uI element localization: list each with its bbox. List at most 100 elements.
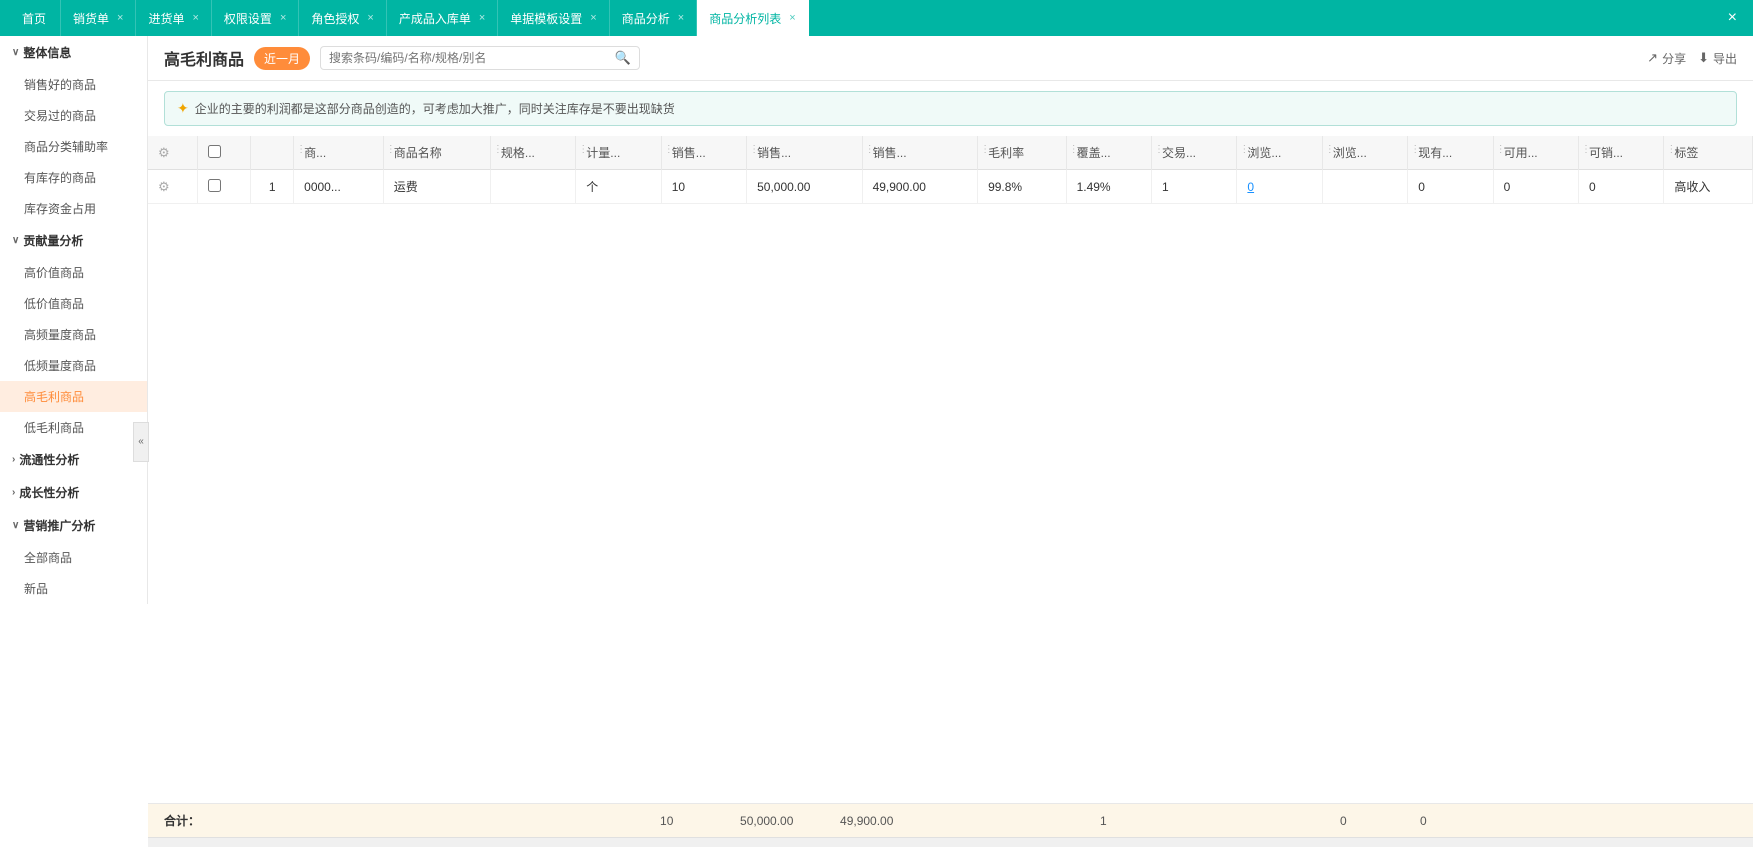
footer-total: 合计： 10 50,000.00 49,900.00 1 0 0: [148, 803, 1753, 837]
col-header-spec[interactable]: 规格...: [490, 136, 575, 170]
sidebar-group-overall[interactable]: ∨整体信息: [0, 36, 147, 69]
export-button[interactable]: ⬇ 导出: [1698, 50, 1737, 67]
sidebar-item-all-goods[interactable]: 全部商品: [0, 542, 147, 573]
sidebar-item-stocked-goods[interactable]: 有库存的商品: [0, 162, 147, 193]
share-button[interactable]: ↗ 分享: [1647, 50, 1686, 67]
row-settings-icon[interactable]: ⚙: [158, 179, 170, 194]
sidebar-item-low-freq[interactable]: 低频量度商品: [0, 350, 147, 381]
cell-num: 1: [251, 170, 294, 204]
col-header-unit[interactable]: 计量...: [576, 136, 661, 170]
header-actions: ↗ 分享 ⬇ 导出: [1647, 50, 1737, 67]
close-tab-permissions[interactable]: ×: [280, 12, 286, 24]
col-header-sales_qty[interactable]: 销售...: [661, 136, 746, 170]
group-label: 营销推广分析: [23, 517, 95, 534]
arrow-icon: ›: [12, 487, 15, 498]
col-header-browse1[interactable]: 浏览...: [1237, 136, 1322, 170]
close-tab-analysis-list[interactable]: ×: [789, 12, 795, 24]
close-tab-products[interactable]: ×: [479, 12, 485, 24]
col-header-current_stock[interactable]: 现有...: [1408, 136, 1493, 170]
info-banner: ✦ 企业的主要的利润都是这部分商品创造的，可考虑加大推广，同时关注库存是不要出现…: [164, 91, 1737, 126]
cell-sales_qty: 10: [661, 170, 746, 204]
sidebar-group-marketing[interactable]: ∨ 营销推广分析: [0, 509, 147, 542]
table-row: ⚙10000...运费个1050,000.0049,900.0099.8%1.4…: [148, 170, 1753, 204]
sidebar-item-new-goods[interactable]: 新品: [0, 573, 147, 604]
share-icon: ↗: [1647, 50, 1658, 66]
cell-current_stock: 0: [1408, 170, 1493, 204]
sidebar-item-traded-goods[interactable]: 交易过的商品: [0, 100, 147, 131]
nav-tab-permissions[interactable]: 权限设置×: [212, 0, 299, 36]
sidebar-item-capital-occupy[interactable]: 库存资金占用: [0, 193, 147, 224]
close-tab-sales[interactable]: ×: [117, 12, 123, 24]
cell-available_stock: 0: [1493, 170, 1578, 204]
row-checkbox[interactable]: [208, 179, 221, 192]
arrow-icon: ∨: [12, 520, 19, 531]
cell-sellable_stock: 0: [1579, 170, 1664, 204]
col-header-trade_count[interactable]: 交易...: [1151, 136, 1236, 170]
row-num: 1: [269, 180, 276, 194]
col-header-sales_cost[interactable]: 销售...: [862, 136, 977, 170]
bottom-scrollbar[interactable]: [148, 837, 1753, 847]
sidebar-item-low-margin[interactable]: 低毛利商品: [0, 412, 147, 443]
footer-sales-cost: 49,900.00: [830, 814, 930, 828]
cell-checkbox: [198, 170, 251, 204]
cell-code: 0000...: [294, 170, 384, 204]
col-header-browse2[interactable]: 浏览...: [1322, 136, 1407, 170]
row-code: 0000...: [304, 180, 341, 194]
nav-tab-purchase[interactable]: 进货单×: [136, 0, 211, 36]
select-all-checkbox[interactable]: [208, 145, 221, 158]
sidebar-item-hot-goods[interactable]: 销售好的商品: [0, 69, 147, 100]
close-tab-analysis[interactable]: ×: [678, 12, 684, 24]
close-tab-roles[interactable]: ×: [367, 12, 373, 24]
nav-tab-products[interactable]: 产成品入库单×: [387, 0, 498, 36]
total-values: 10 50,000.00 49,900.00 1 0 0: [220, 814, 1737, 828]
col-header-code[interactable]: 商...: [294, 136, 384, 170]
col-header-name[interactable]: 商品名称: [383, 136, 490, 170]
sidebar-item-high-value[interactable]: 高价值商品: [0, 257, 147, 288]
nav-tab-roles[interactable]: 角色授权×: [299, 0, 386, 36]
footer-sales-qty: 10: [650, 814, 730, 828]
search-box: 🔍: [320, 46, 640, 70]
close-tab-template[interactable]: ×: [590, 12, 596, 24]
sidebar-group-flow[interactable]: ›流通性分析: [0, 443, 147, 476]
share-label: 分享: [1662, 50, 1686, 67]
row-sales-cost: 49,900.00: [873, 180, 926, 194]
row-sales-amt: 50,000.00: [757, 180, 810, 194]
row-available-stock: 0: [1504, 180, 1511, 194]
cell-unit: 个: [576, 170, 661, 204]
col-header-sellable_stock[interactable]: 可销...: [1579, 136, 1664, 170]
close-tab-purchase[interactable]: ×: [192, 12, 198, 24]
sidebar-item-analysis-assist[interactable]: 商品分类辅助率: [0, 131, 147, 162]
col-header-sales_amt[interactable]: 销售...: [747, 136, 862, 170]
settings-icon[interactable]: ⚙: [158, 145, 170, 160]
search-icon[interactable]: 🔍: [615, 50, 631, 66]
row-sales-qty: 10: [672, 180, 685, 194]
time-filter-button[interactable]: 近一月: [254, 47, 310, 70]
col-header-cover_rate[interactable]: 覆盖...: [1066, 136, 1151, 170]
nav-tab-analysis-list[interactable]: 商品分析列表×: [697, 0, 808, 36]
col-header-tag[interactable]: 标签: [1664, 136, 1753, 170]
sidebar-group-profit[interactable]: ∨贡献量分析: [0, 224, 147, 257]
footer-available-stock: 0: [1410, 814, 1490, 828]
col-header-available_stock[interactable]: 可用...: [1493, 136, 1578, 170]
sidebar-group-growth[interactable]: ›成长性分析: [0, 476, 147, 509]
col-header-margin_rate[interactable]: 毛利率: [978, 136, 1067, 170]
top-nav: 首页销货单×进货单×权限设置×角色授权×产成品入库单×单据模板设置×商品分析×商…: [0, 0, 1753, 36]
close-all-button[interactable]: ×: [1720, 9, 1745, 27]
search-input[interactable]: [329, 51, 611, 65]
col-header-checkbox: [198, 136, 251, 170]
sidebar-item-high-margin[interactable]: 高毛利商品: [0, 381, 147, 412]
nav-tab-template[interactable]: 单据模板设置×: [498, 0, 609, 36]
nav-tab-home[interactable]: 首页: [8, 0, 61, 36]
row-browse1[interactable]: 0: [1247, 180, 1254, 194]
sidebar-item-low-value[interactable]: 低价值商品: [0, 288, 147, 319]
sidebar-collapse-button[interactable]: «: [133, 422, 149, 462]
export-label: 导出: [1713, 50, 1737, 67]
total-label: 合计：: [164, 812, 200, 829]
arrow-icon: ∨: [12, 47, 19, 58]
data-table: ⚙商...商品名称规格...计量...销售...销售...销售...毛利率覆盖.…: [148, 136, 1753, 204]
sidebar-item-high-freq[interactable]: 高频量度商品: [0, 319, 147, 350]
row-current-stock: 0: [1418, 180, 1425, 194]
nav-tab-analysis[interactable]: 商品分析×: [610, 0, 697, 36]
nav-tab-sales[interactable]: 销货单×: [61, 0, 136, 36]
cell-tag: 高收入: [1664, 170, 1753, 204]
